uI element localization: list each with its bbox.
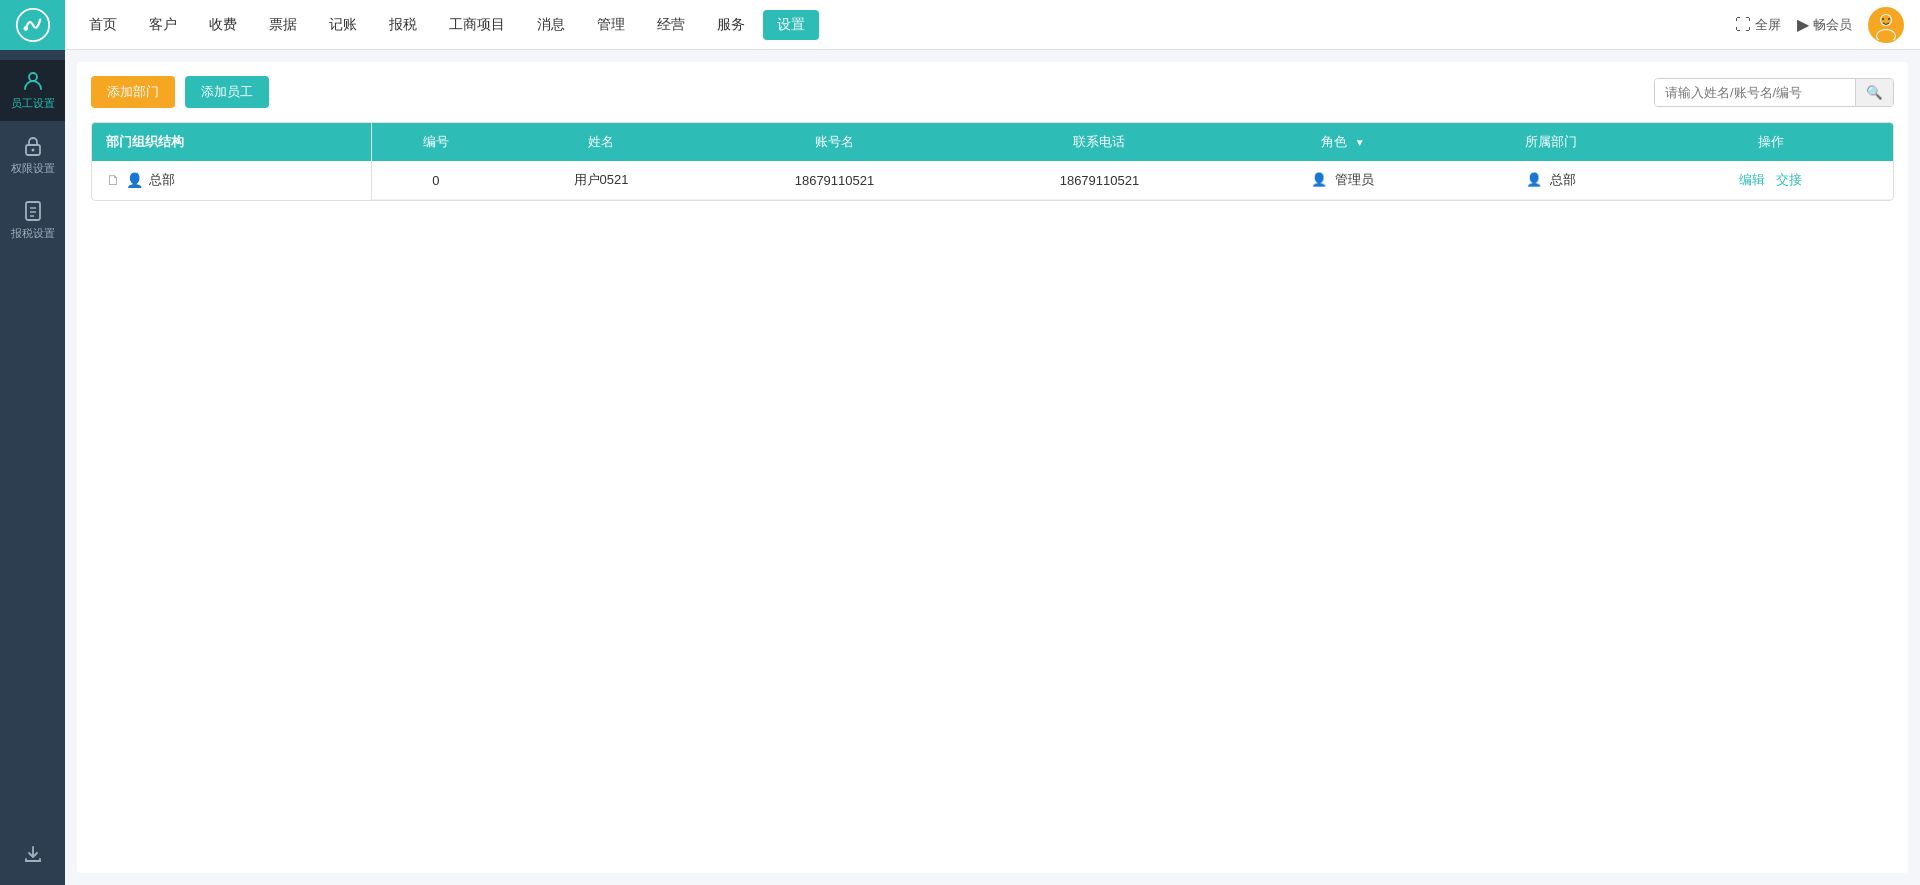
nav-service[interactable]: 服务: [703, 10, 759, 40]
toolbar: 添加部门 添加员工 🔍: [91, 76, 1894, 108]
file-icon: 🗋: [106, 172, 120, 188]
dept-name: 总部: [149, 171, 175, 189]
cell-name: 用户0521: [500, 161, 702, 200]
col-header-account: 账号名: [702, 123, 967, 161]
nav-bookkeeping[interactable]: 记账: [315, 10, 371, 40]
cell-phone: 18679110521: [967, 161, 1232, 200]
cell-id: 0: [372, 161, 500, 200]
sidebar: 员工设置 权限设置 报税设置: [0, 50, 65, 885]
col-header-action: 操作: [1648, 123, 1893, 161]
cell-actions: 编辑 交接: [1648, 161, 1893, 200]
nav-manage[interactable]: 管理: [583, 10, 639, 40]
svg-point-6: [1882, 18, 1884, 20]
download-icon: [22, 843, 44, 865]
sidebar-item-tax[interactable]: 报税设置: [0, 190, 65, 251]
table-header-row: 编号 姓名 账号名 联系电话 角色 ▼ 所属部门 操作: [372, 123, 1893, 161]
nav-tax[interactable]: 报税: [375, 10, 431, 40]
search-icon: 🔍: [1866, 85, 1883, 100]
content-area: 添加部门 添加员工 🔍 部门组织结构 🗋 👤 总部: [65, 50, 1920, 885]
sidebar-bottom: [0, 833, 65, 885]
fullscreen-icon: ⛶: [1735, 16, 1751, 34]
table-row: 0 用户0521 18679110521 18679110521 👤 管理员 👤: [372, 161, 1893, 200]
nav-home[interactable]: 首页: [75, 10, 131, 40]
main-layout: 员工设置 权限设置 报税设置: [0, 50, 1920, 885]
nav-invoice[interactable]: 票据: [255, 10, 311, 40]
sort-icon: ▼: [1355, 137, 1365, 148]
svg-point-7: [1888, 18, 1890, 20]
svg-point-1: [23, 26, 28, 31]
person-icon: [22, 70, 44, 92]
add-department-button[interactable]: 添加部门: [91, 76, 175, 108]
membership-button[interactable]: ▶ 畅会员: [1797, 15, 1852, 34]
nav-fee[interactable]: 收费: [195, 10, 251, 40]
search-input[interactable]: [1655, 79, 1855, 106]
transfer-link[interactable]: 交接: [1776, 172, 1802, 187]
logo: [0, 0, 65, 50]
svg-point-4: [1881, 15, 1891, 25]
role-user-icon: 👤: [1311, 172, 1327, 187]
sidebar-download[interactable]: [0, 833, 65, 875]
lock-icon: [22, 135, 44, 157]
avatar[interactable]: [1868, 7, 1904, 43]
cell-role: 👤 管理员: [1232, 161, 1454, 200]
employee-table: 编号 姓名 账号名 联系电话 角色 ▼ 所属部门 操作: [372, 123, 1893, 200]
search-button[interactable]: 🔍: [1855, 79, 1893, 106]
top-navigation: 首页 客户 收费 票据 记账 报税 工商项目 消息 管理 经营 服务 设置 ⛶ …: [0, 0, 1920, 50]
employee-panel: 编号 姓名 账号名 联系电话 角色 ▼ 所属部门 操作: [372, 123, 1893, 200]
content-inner: 添加部门 添加员工 🔍 部门组织结构 🗋 👤 总部: [77, 62, 1908, 873]
table-body: 0 用户0521 18679110521 18679110521 👤 管理员 👤: [372, 161, 1893, 200]
nav-business[interactable]: 工商项目: [435, 10, 519, 40]
dept-panel-header: 部门组织结构: [92, 123, 371, 161]
nav-customer[interactable]: 客户: [135, 10, 191, 40]
fullscreen-button[interactable]: ⛶ 全屏: [1735, 16, 1781, 34]
dept-item-root[interactable]: 🗋 👤 总部: [92, 161, 371, 199]
edit-link[interactable]: 编辑: [1739, 172, 1765, 187]
col-header-dept: 所属部门: [1454, 123, 1649, 161]
sidebar-label-employee: 员工设置: [11, 96, 55, 111]
svg-point-10: [31, 149, 34, 152]
nav-menu: 首页 客户 收费 票据 记账 报税 工商项目 消息 管理 经营 服务 设置: [65, 10, 1735, 40]
col-header-name: 姓名: [500, 123, 702, 161]
sidebar-label-permission: 权限设置: [11, 161, 55, 176]
col-header-phone: 联系电话: [967, 123, 1232, 161]
fullscreen-label: 全屏: [1755, 16, 1781, 34]
col-header-role[interactable]: 角色 ▼: [1232, 123, 1454, 161]
sidebar-label-tax: 报税设置: [11, 226, 55, 241]
svg-point-8: [29, 73, 37, 81]
dept-panel: 部门组织结构 🗋 👤 总部: [92, 123, 372, 200]
sidebar-item-employee[interactable]: 员工设置: [0, 60, 65, 121]
nav-right-area: ⛶ 全屏 ▶ 畅会员: [1735, 7, 1920, 43]
sidebar-item-permission[interactable]: 权限设置: [0, 125, 65, 186]
panel-layout: 部门组织结构 🗋 👤 总部 编号 姓名 账号名: [91, 122, 1894, 201]
add-employee-button[interactable]: 添加员工: [185, 76, 269, 108]
search-bar: 🔍: [1654, 78, 1894, 107]
cell-account: 18679110521: [702, 161, 967, 200]
cell-dept: 👤 总部: [1454, 161, 1649, 200]
col-header-id: 编号: [372, 123, 500, 161]
video-icon: ▶: [1797, 15, 1809, 34]
dept-cell-icon: 👤: [1526, 172, 1542, 187]
nav-operation[interactable]: 经营: [643, 10, 699, 40]
nav-message[interactable]: 消息: [523, 10, 579, 40]
svg-rect-11: [26, 202, 40, 220]
report-icon: [22, 200, 44, 222]
dept-user-icon: 👤: [126, 172, 143, 188]
nav-settings[interactable]: 设置: [763, 10, 819, 40]
membership-label: 畅会员: [1813, 16, 1852, 34]
